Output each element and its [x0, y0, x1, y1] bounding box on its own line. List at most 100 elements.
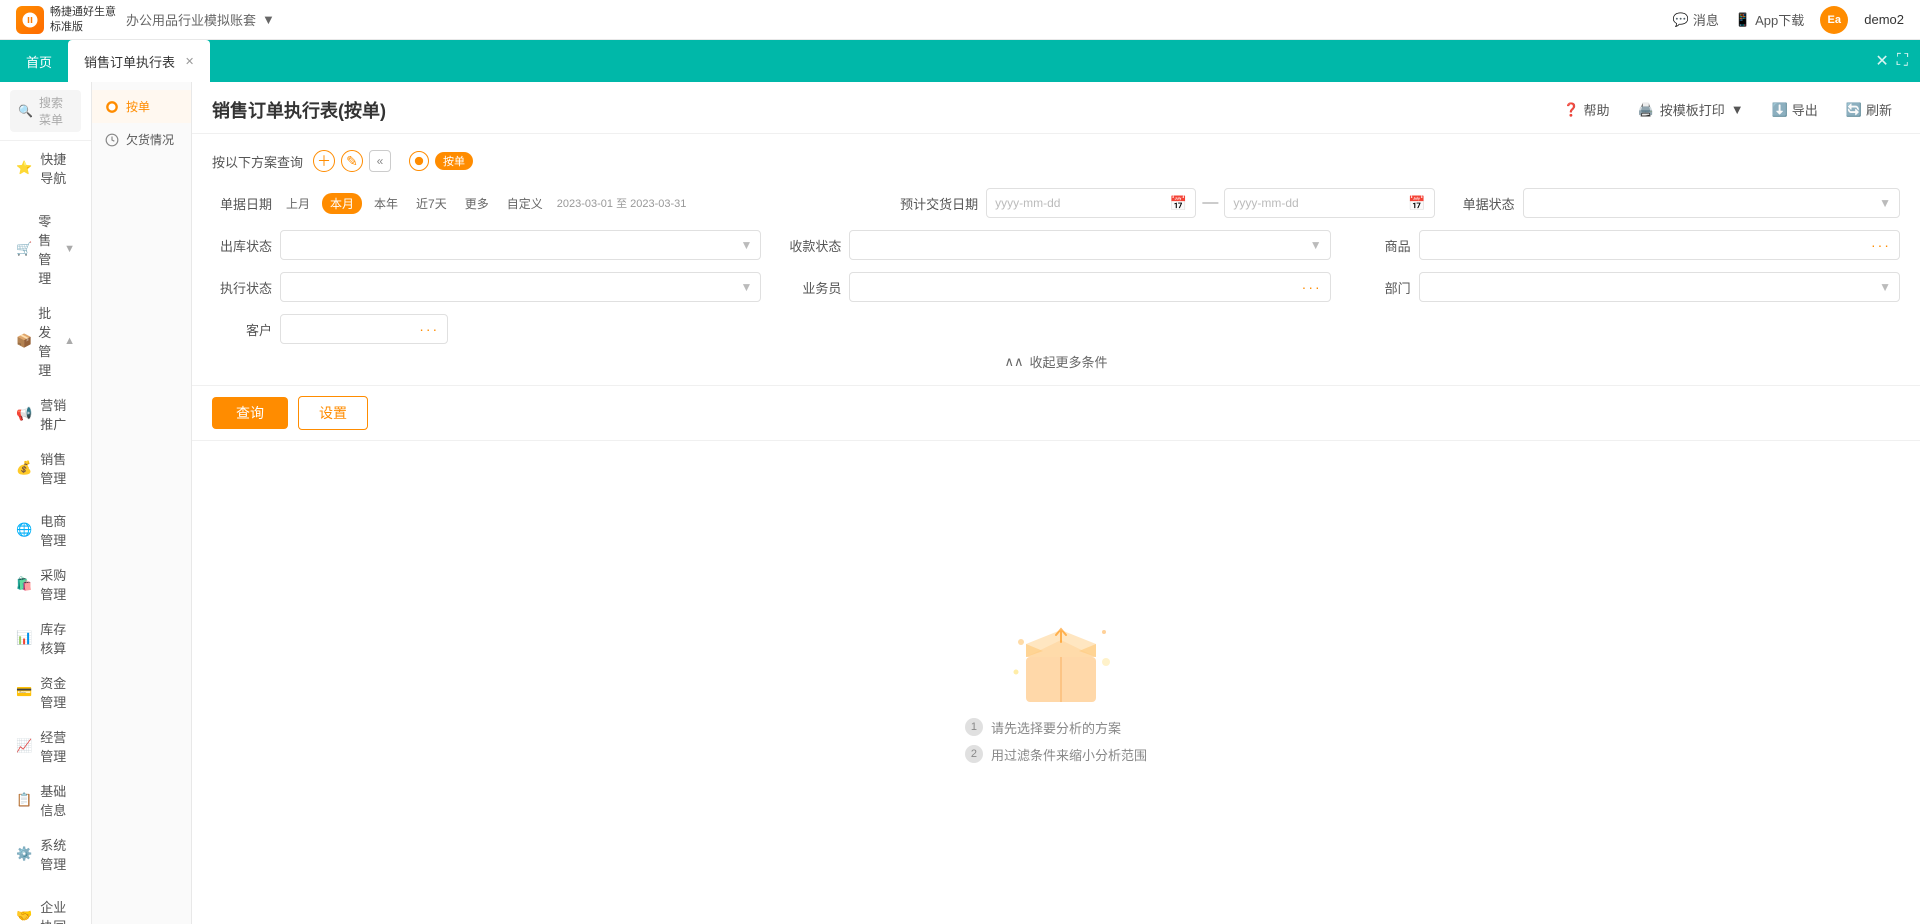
tab-sales-exec[interactable]: 销售订单执行表 ✕: [68, 40, 210, 82]
app-icon: 📱: [1735, 12, 1751, 28]
warehouse-arrow-icon: ▼: [740, 238, 752, 252]
dept-select[interactable]: ▼: [1419, 272, 1900, 302]
payment-select[interactable]: ▼: [849, 230, 1330, 260]
help-icon: ❓: [1563, 102, 1579, 118]
breadcrumb-arrow-icon[interactable]: ▼: [262, 12, 275, 27]
query-btn[interactable]: 查询: [212, 397, 288, 429]
active-plan-tag[interactable]: 按单: [435, 152, 473, 170]
collapse-sidebar-btn[interactable]: «: [369, 150, 391, 172]
warehouse-select[interactable]: ▼: [280, 230, 761, 260]
sidebar-item-operations[interactable]: 📈 经营管理: [0, 719, 91, 773]
goods-input[interactable]: ···: [1419, 230, 1900, 260]
date-tab-last-month[interactable]: 上月: [280, 193, 316, 214]
press-order-icon: [104, 99, 120, 115]
search-icon: 🔍: [18, 104, 33, 118]
refresh-btn[interactable]: 🔄 刷新: [1838, 96, 1900, 123]
basic-info-icon: 📋: [16, 792, 32, 808]
sidebar-item-marketing[interactable]: 📢 营销推广: [0, 387, 91, 441]
sidebar-item-finance[interactable]: 💳 资金管理: [0, 665, 91, 719]
tab-close-icon[interactable]: ✕: [185, 55, 194, 68]
filter-group-salesperson: 业务员 ···: [781, 272, 1330, 302]
topbar-right: 💬 消息 📱 App下载 Ea demo2: [1673, 6, 1904, 34]
goods-label: 商品: [1351, 236, 1411, 255]
date-tab-last7[interactable]: 近7天: [410, 193, 453, 214]
retail-icon: 🛒: [16, 241, 32, 257]
filter-group-date: 单据日期 上月 本月 本年 近7天 更多 自定义 2023-03-01 至 20…: [212, 193, 880, 214]
expected-date-start[interactable]: yyyy-mm-dd 📅: [986, 188, 1196, 218]
plan-item-press-order[interactable]: 按单: [401, 148, 481, 174]
filter-rows: 单据日期 上月 本月 本年 近7天 更多 自定义 2023-03-01 至 20…: [212, 188, 1900, 344]
exec-status-arrow-icon: ▼: [740, 280, 752, 294]
filter-group-warehouse: 出库状态 ▼: [212, 230, 761, 260]
sidebar-item-inventory[interactable]: 📊 库存核算: [0, 611, 91, 665]
sidebar-item-basic-info[interactable]: 📋 基础信息: [0, 773, 91, 827]
salesperson-input[interactable]: ···: [849, 272, 1330, 302]
date-tab-this-year[interactable]: 本年: [368, 193, 404, 214]
goods-more-icon[interactable]: ···: [1871, 237, 1891, 253]
system-icon: ⚙️: [16, 846, 32, 862]
sidebar-item-quick-nav[interactable]: ⭐ 快捷导航: [0, 141, 91, 195]
sidebar-item-purchase[interactable]: 🛍️ 采购管理: [0, 557, 91, 611]
calendar-end-icon[interactable]: 📅: [1408, 195, 1425, 212]
date-tab-more[interactable]: 更多: [459, 193, 495, 214]
sidebar-item-wholesale[interactable]: 📦 批发管理 ▲: [0, 295, 91, 387]
sidebar-item-ecommerce[interactable]: 🌐 电商管理: [0, 503, 91, 557]
wholesale-icon: 📦: [16, 333, 32, 349]
inventory-icon: 📊: [16, 630, 32, 646]
status-arrow-icon: ▼: [1879, 196, 1891, 210]
tab-home[interactable]: 首页: [10, 40, 68, 82]
status-select[interactable]: ▼: [1523, 188, 1900, 218]
search-menu-input[interactable]: 🔍 搜索菜单: [10, 90, 81, 132]
filter-group-dept: 部门 ▼: [1351, 272, 1900, 302]
content-area: 销售订单执行表(按单) ❓ 帮助 🖨️ 按模板打印 ▼ ⬇️ 导出 🔄 刷新: [192, 82, 1920, 924]
filter-row-1: 单据日期 上月 本月 本年 近7天 更多 自定义 2023-03-01 至 20…: [212, 188, 1900, 218]
refresh-icon: 🔄: [1846, 102, 1862, 118]
collapse-more-btn[interactable]: ∧∧ 收起更多条件: [212, 344, 1900, 371]
date-tab-custom[interactable]: 自定义: [501, 193, 549, 214]
main-layout: 🔍 搜索菜单 ⭐ 快捷导航 🛒 零售管理 ▼ 📦 批发管理 ▲: [0, 82, 1920, 924]
customer-more-icon[interactable]: ···: [419, 321, 439, 337]
tab-expand-icon[interactable]: ⛶: [1897, 52, 1908, 70]
customer-input[interactable]: ···: [280, 314, 448, 344]
expected-date-end[interactable]: yyyy-mm-dd 📅: [1224, 188, 1434, 218]
filter-plan-label: 按以下方案查询: [212, 152, 303, 171]
sidebar: 🔍 搜索菜单 ⭐ 快捷导航 🛒 零售管理 ▼ 📦 批发管理 ▲: [0, 82, 92, 924]
customer-label: 客户: [212, 320, 272, 339]
page-title: 销售订单执行表(按单): [212, 97, 386, 123]
app-download-btn[interactable]: 📱 App下载: [1735, 10, 1804, 29]
export-btn[interactable]: ⬇️ 导出: [1764, 96, 1826, 123]
salesperson-more-icon[interactable]: ···: [1302, 279, 1322, 295]
date-tabs: 上月 本月 本年 近7天 更多 自定义: [280, 193, 549, 214]
search-bar: 🔍 搜索菜单: [0, 82, 91, 141]
help-btn[interactable]: ❓ 帮助: [1555, 96, 1617, 123]
retail-arrow-icon: ▼: [64, 243, 75, 255]
status-label: 单据状态: [1455, 194, 1515, 213]
topbar-left: 畅捷通好生意 标准版 办公用品行业模拟账套 ▼: [16, 5, 275, 34]
date-label: 单据日期: [212, 194, 272, 213]
settings-btn[interactable]: 设置: [298, 396, 368, 430]
user-name[interactable]: demo2: [1864, 12, 1904, 27]
tab-close-window-icon[interactable]: ✕: [1875, 51, 1888, 71]
sub-item-press-order[interactable]: 按单: [92, 90, 191, 123]
sidebar-item-sales[interactable]: 💰 销售管理: [0, 441, 91, 495]
logo-area[interactable]: 畅捷通好生意 标准版: [16, 5, 116, 34]
export-icon: ⬇️: [1772, 102, 1788, 118]
template-print-btn[interactable]: 🖨️ 按模板打印 ▼: [1630, 96, 1752, 123]
sidebar-item-retail[interactable]: 🛒 零售管理 ▼: [0, 203, 91, 295]
wholesale-arrow-icon: ▲: [64, 335, 75, 347]
add-plan-btn[interactable]: ＋: [313, 150, 335, 172]
avatar: Ea: [1820, 6, 1848, 34]
hint-num-2: 2: [965, 745, 983, 763]
edit-plan-btn[interactable]: ✎: [341, 150, 363, 172]
sub-item-arrears[interactable]: 欠货情况: [92, 123, 191, 156]
exec-status-select[interactable]: ▼: [280, 272, 761, 302]
message-btn[interactable]: 💬 消息: [1673, 10, 1719, 29]
date-tab-this-month[interactable]: 本月: [322, 193, 362, 214]
sidebar-item-system[interactable]: ⚙️ 系统管理: [0, 827, 91, 881]
header-actions: ❓ 帮助 🖨️ 按模板打印 ▼ ⬇️ 导出 🔄 刷新: [1555, 96, 1900, 123]
empty-hint-2: 2 用过滤条件来缩小分析范围: [965, 745, 1147, 764]
action-bar: 查询 设置: [192, 386, 1920, 441]
filter-panel: 按以下方案查询 ＋ ✎ « 按单: [192, 134, 1920, 386]
sidebar-item-enterprise[interactable]: 🤝 企业协同: [0, 889, 91, 924]
calendar-start-icon[interactable]: 📅: [1170, 195, 1187, 212]
